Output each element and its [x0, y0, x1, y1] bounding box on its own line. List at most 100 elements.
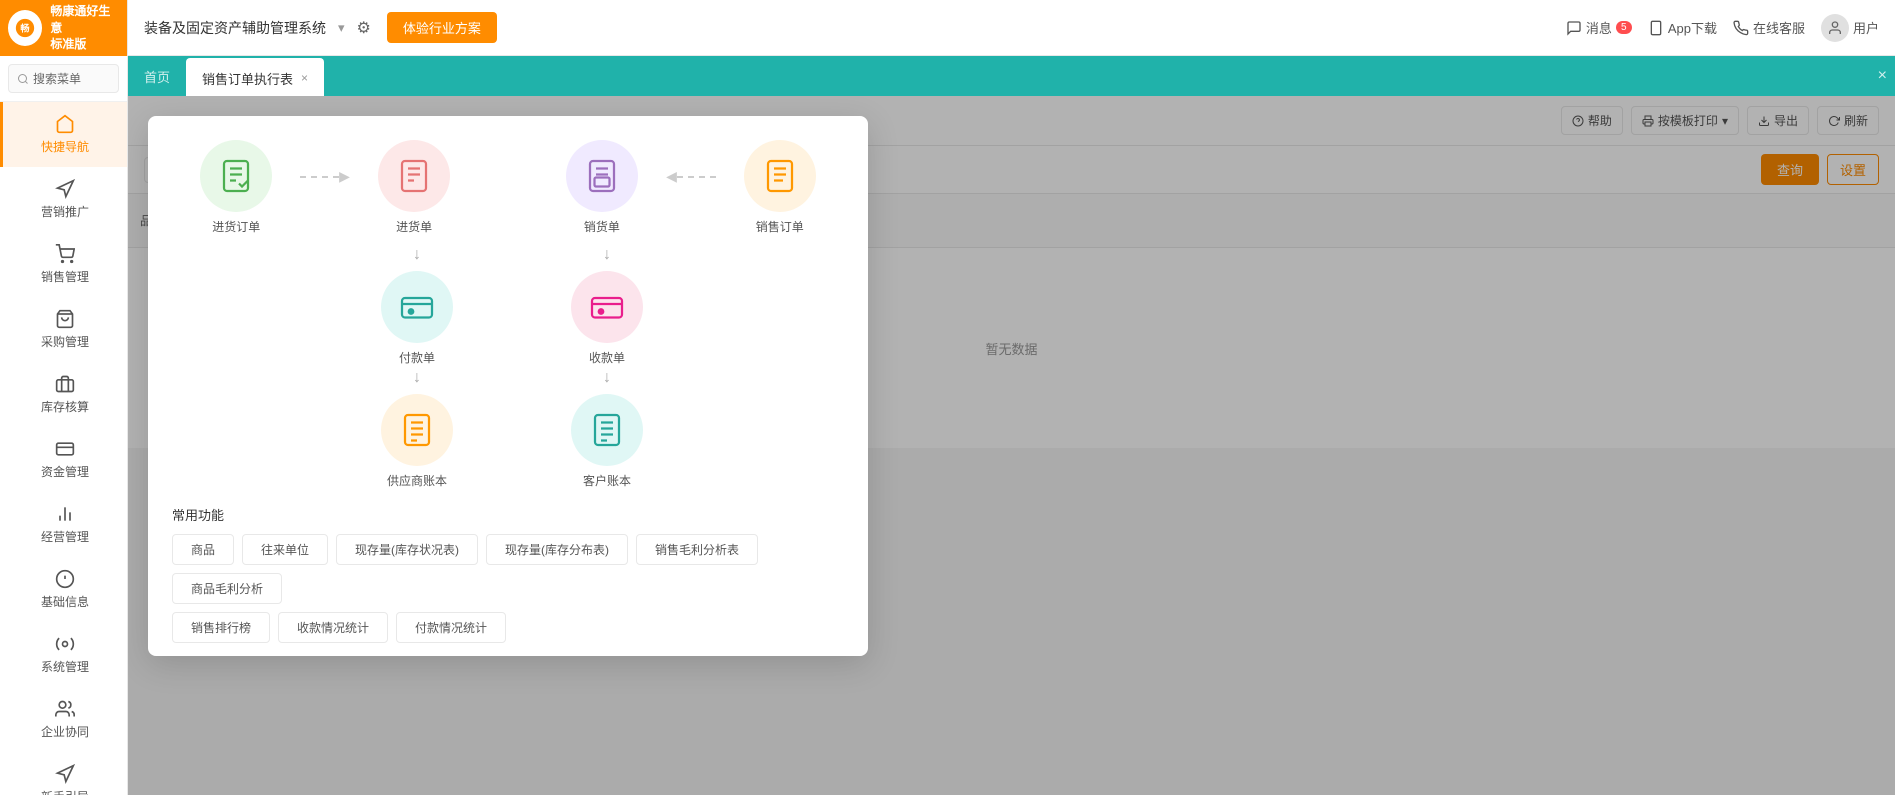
logo-text: 畅康通好生意 标准版	[50, 3, 119, 53]
wf-label-receipt-bill: 收款单	[589, 349, 625, 366]
sidebar-search[interactable]: 搜索菜单	[0, 56, 127, 102]
message-label: 消息	[1586, 18, 1612, 37]
exp-btn[interactable]: 体验行业方案	[387, 12, 497, 43]
func-btn-stock-dist[interactable]: 现存量(库存分布表)	[486, 534, 628, 565]
workflow-diagram: 进货订单 ▶ 进	[172, 140, 844, 489]
modal-overlay: 进货订单 ▶ 进	[128, 96, 1895, 795]
sidebar-item-label-marketing: 营销推广	[41, 203, 89, 220]
online-service-btn[interactable]: 在线客服	[1733, 18, 1805, 37]
wf-node-purchase-order[interactable]: 进货订单	[172, 140, 300, 235]
func-btn-stock-status[interactable]: 现存量(库存状况表)	[336, 534, 478, 565]
sidebar-item-operations[interactable]: 经营管理	[0, 492, 127, 557]
wf-label-supplier-ledger: 供应商账本	[387, 472, 447, 489]
wf-icon-sales-order	[744, 140, 816, 212]
arrow-down-payment: ↓	[352, 366, 482, 390]
sidebar-item-label-guide: 新手引导	[41, 788, 89, 795]
tab-sales-order-exec[interactable]: 销售订单执行表 ×	[186, 58, 324, 98]
sidebar-item-label-inventory: 库存核算	[41, 398, 89, 415]
sidebar-item-system[interactable]: 系统管理	[0, 622, 127, 687]
dropdown-arrow-icon[interactable]: ▾	[338, 20, 345, 36]
wf-node-receipt-bill[interactable]: 收款单	[542, 271, 672, 366]
sidebar-item-marketing[interactable]: 营销推广	[0, 167, 127, 232]
avatar	[1821, 14, 1849, 42]
sidebar-item-label-base: 基础信息	[41, 593, 89, 610]
tabbar: 首页 销售订单执行表 × ×	[128, 56, 1895, 96]
func-btn-payment-stats[interactable]: 付款情况统计	[396, 612, 506, 643]
topbar: 装备及固定资产辅助管理系统 ▾ ⚙ 体验行业方案 消息 5 App下载 在线客服	[128, 0, 1895, 56]
sidebar-item-quick[interactable]: 快捷导航	[0, 102, 127, 167]
sidebar-logo: 畅 畅康通好生意 标准版	[0, 0, 127, 56]
arrow-down-purchase-bill: ↓	[352, 243, 482, 267]
wf-node-supplier-ledger[interactable]: 供应商账本	[352, 394, 482, 489]
topbar-right: 消息 5 App下载 在线客服 用户	[1566, 14, 1879, 42]
svg-text:畅: 畅	[21, 23, 30, 34]
online-service-label: 在线客服	[1753, 18, 1805, 37]
wf-node-purchase-bill[interactable]: 进货单	[350, 140, 478, 235]
sidebar-item-label-collab: 企业协同	[41, 723, 89, 740]
func-btn-receipt-stats[interactable]: 收款情况统计	[278, 612, 388, 643]
sidebar-item-base[interactable]: 基础信息	[0, 557, 127, 622]
wf-label-sales-bill: 销货单	[584, 218, 620, 235]
main-area: 装备及固定资产辅助管理系统 ▾ ⚙ 体验行业方案 消息 5 App下载 在线客服	[128, 0, 1895, 795]
wf-icon-receipt-bill	[571, 271, 643, 343]
sidebar-item-finance[interactable]: 资金管理	[0, 427, 127, 492]
sidebar-item-inventory[interactable]: 库存核算	[0, 362, 127, 427]
sidebar-item-guide[interactable]: 新手引导	[0, 752, 127, 795]
wf-label-purchase-bill: 进货单	[396, 218, 432, 235]
func-btn-sales-rank[interactable]: 销售排行榜	[172, 612, 270, 643]
sidebar-nav: 快捷导航 营销推广 销售管理 采购管理 库存核算 资金管理	[0, 102, 127, 795]
tab-sales-order-exec-label: 销售订单执行表	[202, 69, 293, 88]
sidebar-item-label-purchase: 采购管理	[41, 333, 89, 350]
wf-label-customer-ledger: 客户账本	[583, 472, 631, 489]
system-title: 装备及固定资产辅助管理系统	[144, 18, 326, 38]
sidebar-item-sales[interactable]: 销售管理	[0, 232, 127, 297]
arrow-down-sales-bill: ↓	[542, 243, 672, 267]
tab-close-icon[interactable]: ×	[301, 71, 308, 85]
settings-icon[interactable]: ⚙	[357, 18, 371, 38]
sidebar: 畅 畅康通好生意 标准版 搜索菜单 快捷导航 营销推广	[0, 0, 128, 795]
func-btn-product[interactable]: 商品	[172, 534, 234, 565]
message-badge: 5	[1616, 21, 1632, 34]
sidebar-item-collab[interactable]: 企业协同	[0, 687, 127, 752]
sidebar-item-label-system: 系统管理	[41, 658, 89, 675]
wf-icon-customer-ledger	[571, 394, 643, 466]
wf-label-sales-order: 销售订单	[756, 218, 804, 235]
wf-icon-supplier-ledger	[381, 394, 453, 466]
arrow-down-receipt: ↓	[542, 366, 672, 390]
search-menu-button[interactable]: 搜索菜单	[8, 64, 119, 93]
user-name: 用户	[1853, 18, 1879, 37]
message-btn[interactable]: 消息 5	[1566, 18, 1632, 37]
wf-label-purchase-order: 进货订单	[212, 218, 260, 235]
sidebar-item-purchase[interactable]: 采购管理	[0, 297, 127, 362]
content-area: 帮助 按模板打印 ▾ 导出 刷新	[128, 96, 1895, 795]
wf-icon-sales-bill	[566, 140, 638, 212]
quick-nav-modal: 进货订单 ▶ 进	[148, 116, 868, 656]
user-profile-btn[interactable]: 用户	[1821, 14, 1879, 42]
sidebar-item-label-sales: 销售管理	[41, 268, 89, 285]
func-btns-row2: 销售排行榜 收款情况统计 付款情况统计	[172, 612, 844, 643]
logo-icon: 畅	[8, 10, 42, 46]
wf-node-payment-bill[interactable]: 付款单	[352, 271, 482, 366]
sidebar-item-label-finance: 资金管理	[41, 463, 89, 480]
wf-label-payment-bill: 付款单	[399, 349, 435, 366]
func-btn-product-gross[interactable]: 商品毛利分析	[172, 573, 282, 604]
sidebar-item-label-quick: 快捷导航	[41, 138, 89, 155]
tab-home-label: 首页	[144, 67, 170, 86]
func-btn-contacts[interactable]: 往来单位	[242, 534, 328, 565]
app-download-btn[interactable]: App下载	[1648, 18, 1717, 37]
common-funcs-title: 常用功能	[172, 505, 844, 524]
wf-icon-purchase-order	[200, 140, 272, 212]
func-btns-row1: 商品 往来单位 现存量(库存状况表) 现存量(库存分布表) 销售毛利分析表 商品…	[172, 534, 844, 604]
wf-icon-purchase-bill	[378, 140, 450, 212]
wf-node-customer-ledger[interactable]: 客户账本	[542, 394, 672, 489]
app-download-label: App下载	[1668, 18, 1717, 37]
func-btn-sales-gross-analysis[interactable]: 销售毛利分析表	[636, 534, 758, 565]
common-funcs-section: 常用功能 商品 往来单位 现存量(库存状况表) 现存量(库存分布表) 销售毛利分…	[172, 505, 844, 643]
close-all-tabs-btn[interactable]: ×	[1878, 67, 1887, 85]
wf-node-sales-bill[interactable]: 销货单	[538, 140, 666, 235]
sidebar-item-label-operations: 经营管理	[41, 528, 89, 545]
search-menu-label: 搜索菜单	[33, 70, 81, 87]
wf-icon-payment-bill	[381, 271, 453, 343]
wf-node-sales-order[interactable]: 销售订单	[716, 140, 844, 235]
tab-home[interactable]: 首页	[128, 56, 186, 96]
